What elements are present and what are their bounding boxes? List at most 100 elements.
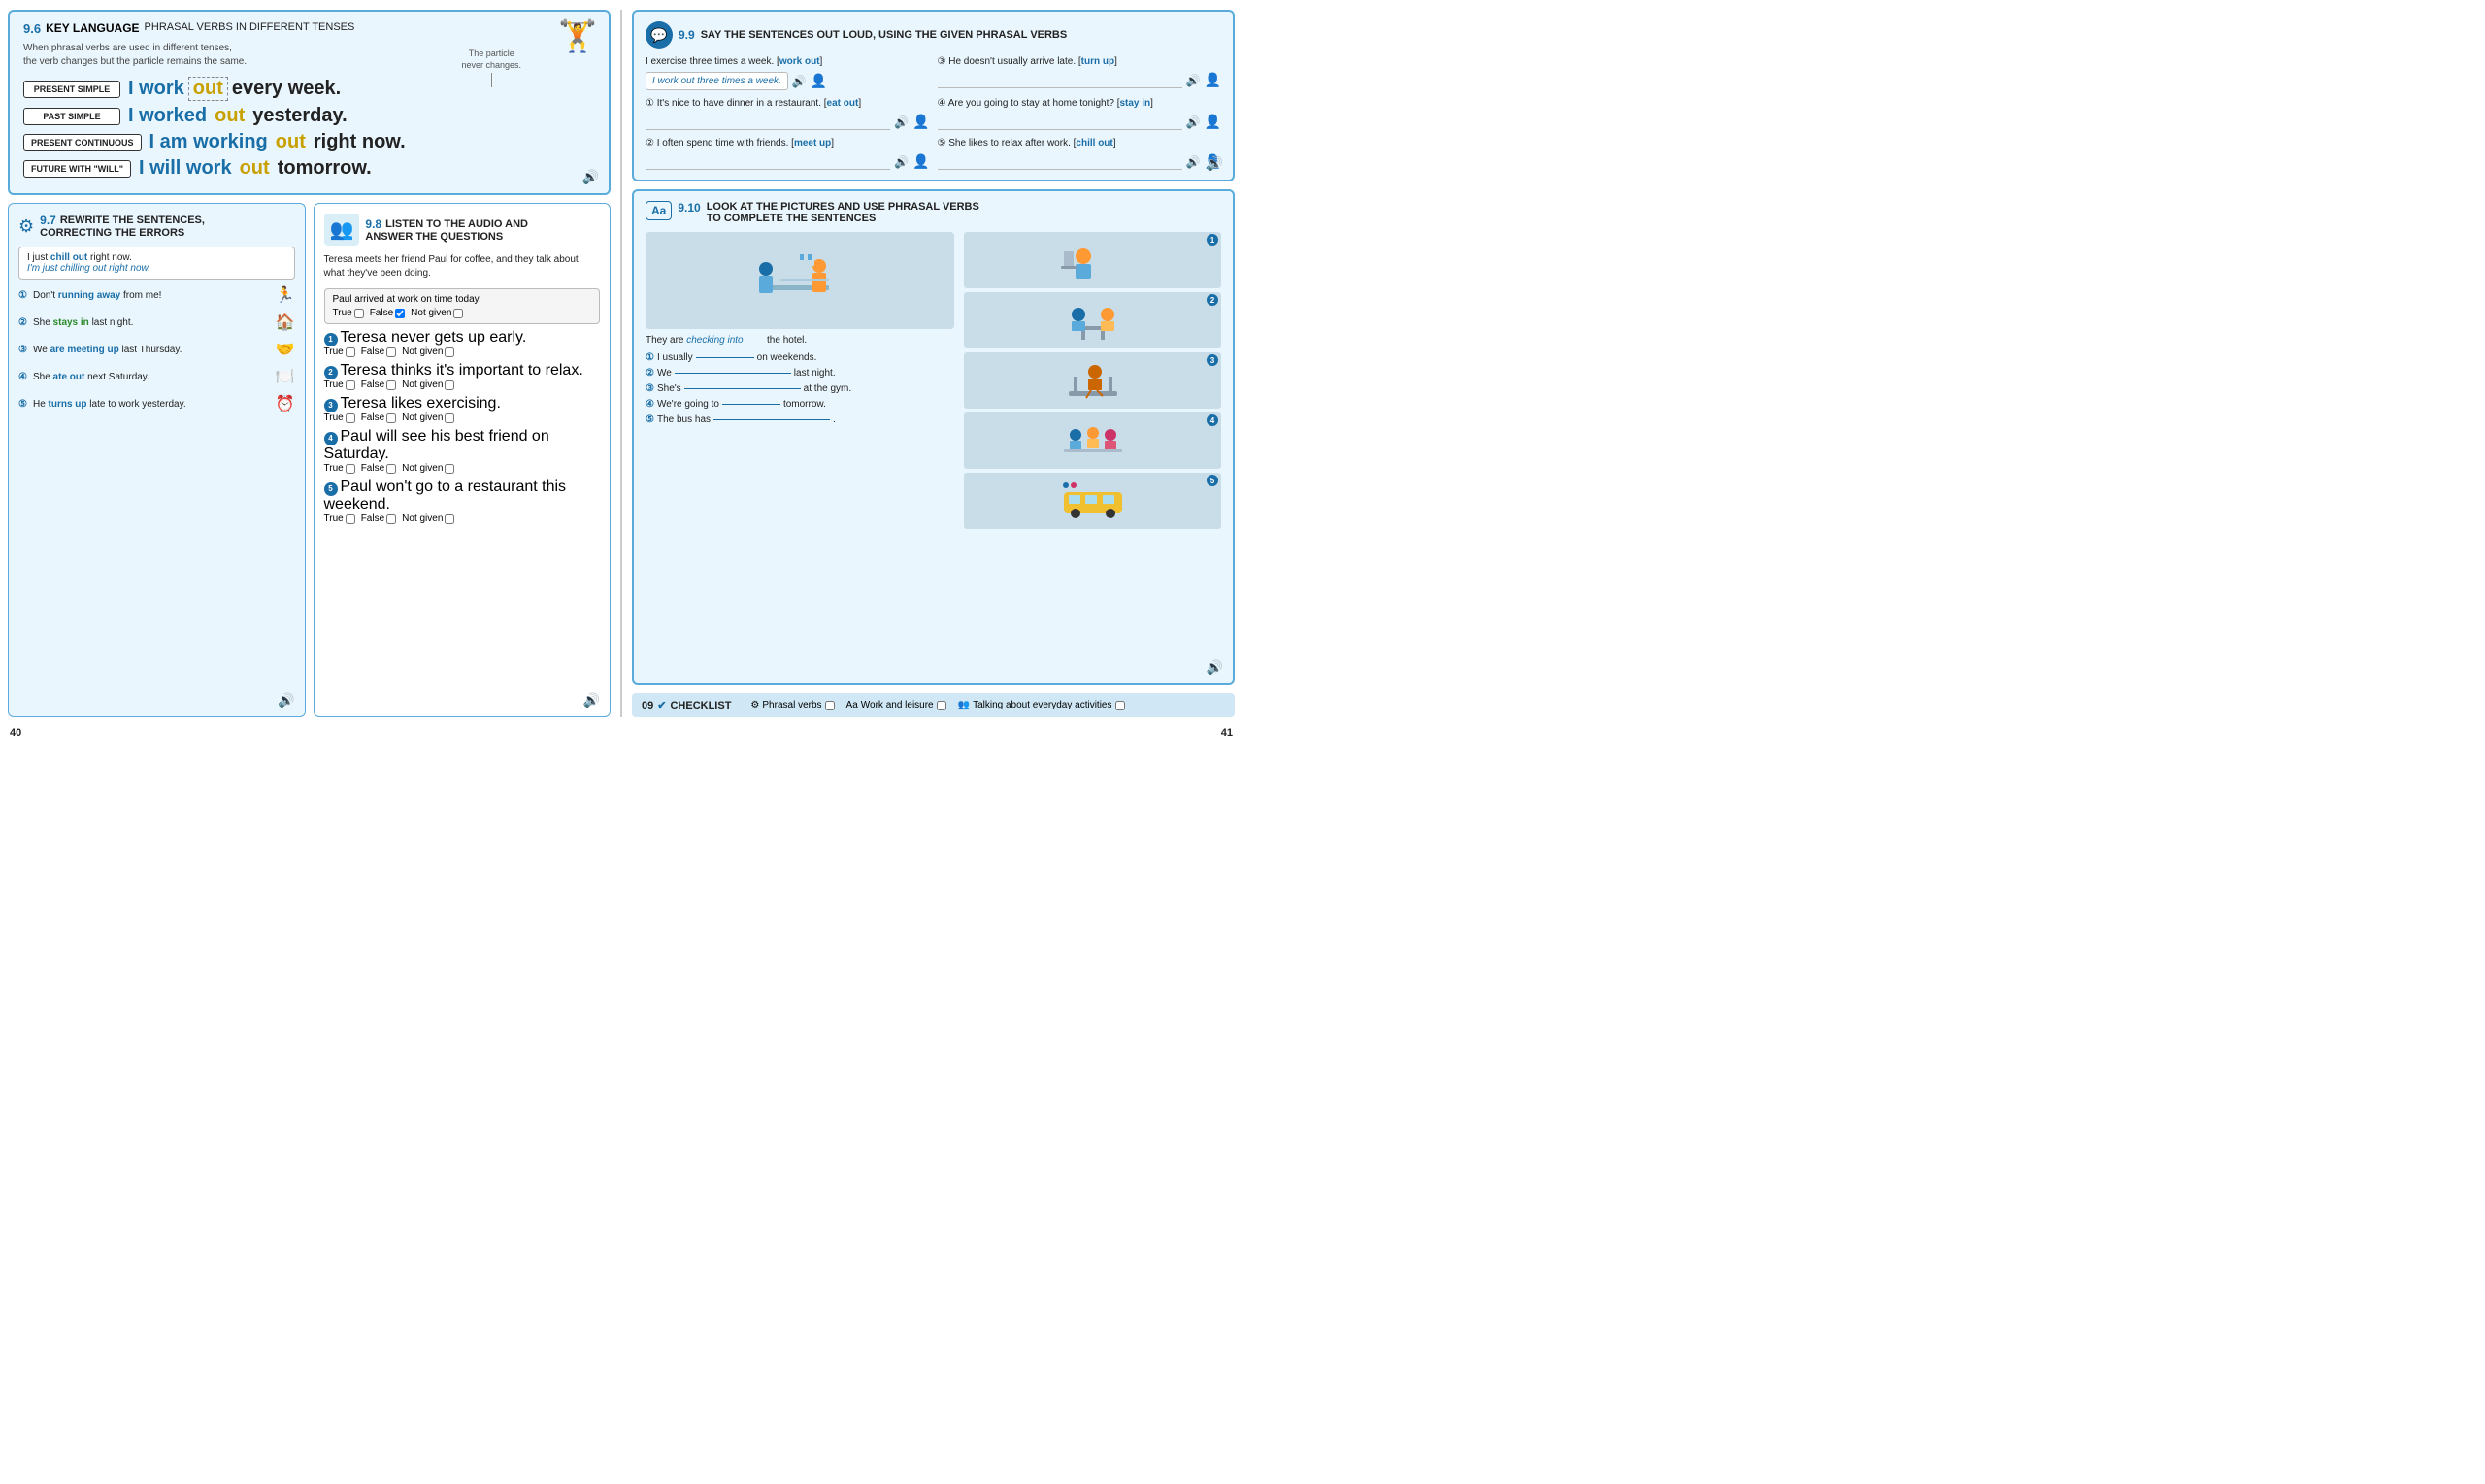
- look-sent-4: ④ We're going to tomorrow.: [646, 399, 954, 410]
- section-96-number: 9.6: [23, 21, 41, 36]
- say-input-3[interactable]: [938, 73, 1182, 88]
- q2-false[interactable]: [386, 380, 396, 390]
- mic-icon-4[interactable]: 🔊: [1186, 115, 1201, 129]
- q5-false[interactable]: [386, 514, 396, 524]
- stick-figure-5: ⏰: [276, 394, 295, 413]
- page-left: 40: [10, 727, 21, 739]
- checklist-number: 09: [642, 700, 653, 711]
- listen-intro: Teresa meets her friend Paul for coffee,…: [324, 253, 601, 280]
- section-99-box: 💬 9.9 SAY THE SENTENCES OUT LOUD, USING …: [632, 10, 1235, 181]
- main-picture: [646, 232, 954, 329]
- checklist-item-work-leisure: Aa Work and leisure: [846, 700, 946, 710]
- example-tfn-row: True False Not given: [333, 308, 592, 318]
- section-96-title: PHRASAL VERBS IN DIFFERENT TENSES: [145, 21, 355, 33]
- work-leisure-label: Work and leisure: [861, 700, 934, 710]
- checklist-checkmark: ✔: [657, 699, 666, 711]
- bottom-row: ⚙ 9.7 REWRITE THE SENTENCES, CORRECTING …: [8, 203, 611, 717]
- look-left: They are checking into the hotel. ① I us…: [646, 232, 954, 529]
- section-99-header: 💬 9.9 SAY THE SENTENCES OUT LOUD, USING …: [646, 21, 1221, 49]
- say-prompt-3: ③ He doesn't usually arrive late. [turn …: [938, 56, 1222, 67]
- wrong-text: I just chill out right now.: [27, 252, 286, 263]
- say-answer-example: I work out three times a week.: [646, 72, 788, 90]
- page-divider: [620, 10, 622, 717]
- q4-not-given[interactable]: [445, 464, 454, 474]
- exercise-item-2: ② She stays in last night. 🏠: [18, 313, 295, 332]
- gear-icon-97: ⚙: [18, 216, 34, 237]
- mic-icon-5[interactable]: 🔊: [1186, 155, 1201, 169]
- section-99-number: 9.9: [679, 28, 695, 42]
- main-pic-caption: They are checking into the hotel.: [646, 335, 954, 346]
- person-icon-example: 👤: [811, 73, 827, 89]
- exercise-item-1: ① Don't running away from me! 🏃: [18, 285, 295, 305]
- not-given-label[interactable]: Not given: [411, 308, 463, 318]
- say-prompt-5: ⑤ She likes to relax after work. [chill …: [938, 138, 1222, 148]
- q3-false[interactable]: [386, 413, 396, 423]
- say-input-4[interactable]: [938, 115, 1182, 130]
- q1-not-given[interactable]: [445, 347, 454, 357]
- label-present-simple: PRESENT SIMPLE: [23, 81, 120, 98]
- talking-checkbox[interactable]: [1115, 701, 1125, 710]
- look-sent-5: ⑤ The bus has .: [646, 414, 954, 425]
- mic-icon-1[interactable]: 🔊: [894, 115, 909, 129]
- true-checkbox[interactable]: [354, 309, 364, 318]
- sound-icon-97[interactable]: 🔊: [278, 692, 294, 709]
- work-leisure-checkbox[interactable]: [937, 701, 946, 710]
- label-past-simple: PAST SIMPLE: [23, 108, 120, 125]
- mic-icon-3[interactable]: 🔊: [1186, 74, 1201, 87]
- q5-true[interactable]: [346, 514, 355, 524]
- q3-not-given[interactable]: [445, 413, 454, 423]
- true-label[interactable]: True: [333, 308, 364, 318]
- say-input-5[interactable]: [938, 154, 1182, 170]
- phrasal-verbs-checkbox[interactable]: [825, 701, 835, 710]
- stick-figure-1: 🏃: [276, 285, 295, 305]
- picture-3: 3: [964, 352, 1221, 409]
- mic-icon-example[interactable]: 🔊: [792, 75, 807, 88]
- q4-false[interactable]: [386, 464, 396, 474]
- sound-icon-98[interactable]: 🔊: [583, 692, 600, 709]
- correction-example: I just chill out right now. I'm just chi…: [18, 247, 295, 280]
- listen-icon-98: 👥: [324, 214, 360, 246]
- say-input-1[interactable]: [646, 115, 890, 130]
- q1-false[interactable]: [386, 347, 396, 357]
- particle-note: The particlenever changes.: [461, 49, 521, 87]
- section-96-keyword: KEY LANGUAGE: [46, 21, 139, 35]
- look-sent-3: ③ She's at the gym.: [646, 383, 954, 394]
- work-leisure-icon: Aa: [846, 700, 858, 710]
- person-icon-1: 👤: [912, 114, 929, 130]
- section-99-title: SAY THE SENTENCES OUT LOUD, USING THE GI…: [701, 29, 1068, 41]
- kl-row-past-simple: PAST SIMPLE I worked out yesterday.: [23, 105, 595, 127]
- listen-q2: 2Teresa thinks it's important to relax. …: [324, 362, 601, 390]
- false-text: False: [370, 308, 393, 318]
- q5-not-given[interactable]: [445, 514, 454, 524]
- sentence-present-simple: I work out every week.: [128, 77, 595, 101]
- say-answer-row-2: 🔊 👤: [646, 153, 930, 170]
- say-answer-row-1: 🔊 👤: [646, 114, 930, 130]
- say-item-4: ④ Are you going to stay at home tonight?…: [938, 98, 1222, 130]
- not-given-text: Not given: [411, 308, 451, 318]
- say-item-5: ⑤ She likes to relax after work. [chill …: [938, 138, 1222, 170]
- q2-true[interactable]: [346, 380, 355, 390]
- section-96-header: 9.6 KEY LANGUAGE PHRASAL VERBS IN DIFFER…: [23, 21, 595, 36]
- q4-true[interactable]: [346, 464, 355, 474]
- section-98-title-block: 9.8 LISTEN TO THE AUDIO AND ANSWER THE Q…: [365, 217, 528, 243]
- false-label[interactable]: False: [370, 308, 405, 318]
- say-answer-row-5: 🔊 👤: [938, 153, 1222, 170]
- picture-4: 4: [964, 412, 1221, 469]
- label-future-will: FUTURE WITH "WILL": [23, 160, 131, 178]
- blank-5: [713, 419, 830, 420]
- say-item-1: ① It's nice to have dinner in a restaura…: [646, 98, 930, 130]
- false-checkbox[interactable]: [395, 309, 405, 318]
- page-right: 41: [1221, 727, 1233, 739]
- say-item-3: ③ He doesn't usually arrive late. [turn …: [938, 56, 1222, 90]
- sound-icon-99[interactable]: 🔊: [1207, 155, 1223, 172]
- sound-icon-910[interactable]: 🔊: [1207, 659, 1223, 676]
- say-answer-row-example: I work out three times a week. 🔊 👤: [646, 72, 930, 90]
- sound-icon-96[interactable]: 🔊: [582, 169, 599, 185]
- q1-true[interactable]: [346, 347, 355, 357]
- section-97-title: REWRITE THE SENTENCES,: [60, 214, 205, 226]
- mic-icon-2[interactable]: 🔊: [894, 155, 909, 169]
- say-input-2[interactable]: [646, 154, 890, 170]
- q2-not-given[interactable]: [445, 380, 454, 390]
- not-given-checkbox[interactable]: [453, 309, 463, 318]
- q3-true[interactable]: [346, 413, 355, 423]
